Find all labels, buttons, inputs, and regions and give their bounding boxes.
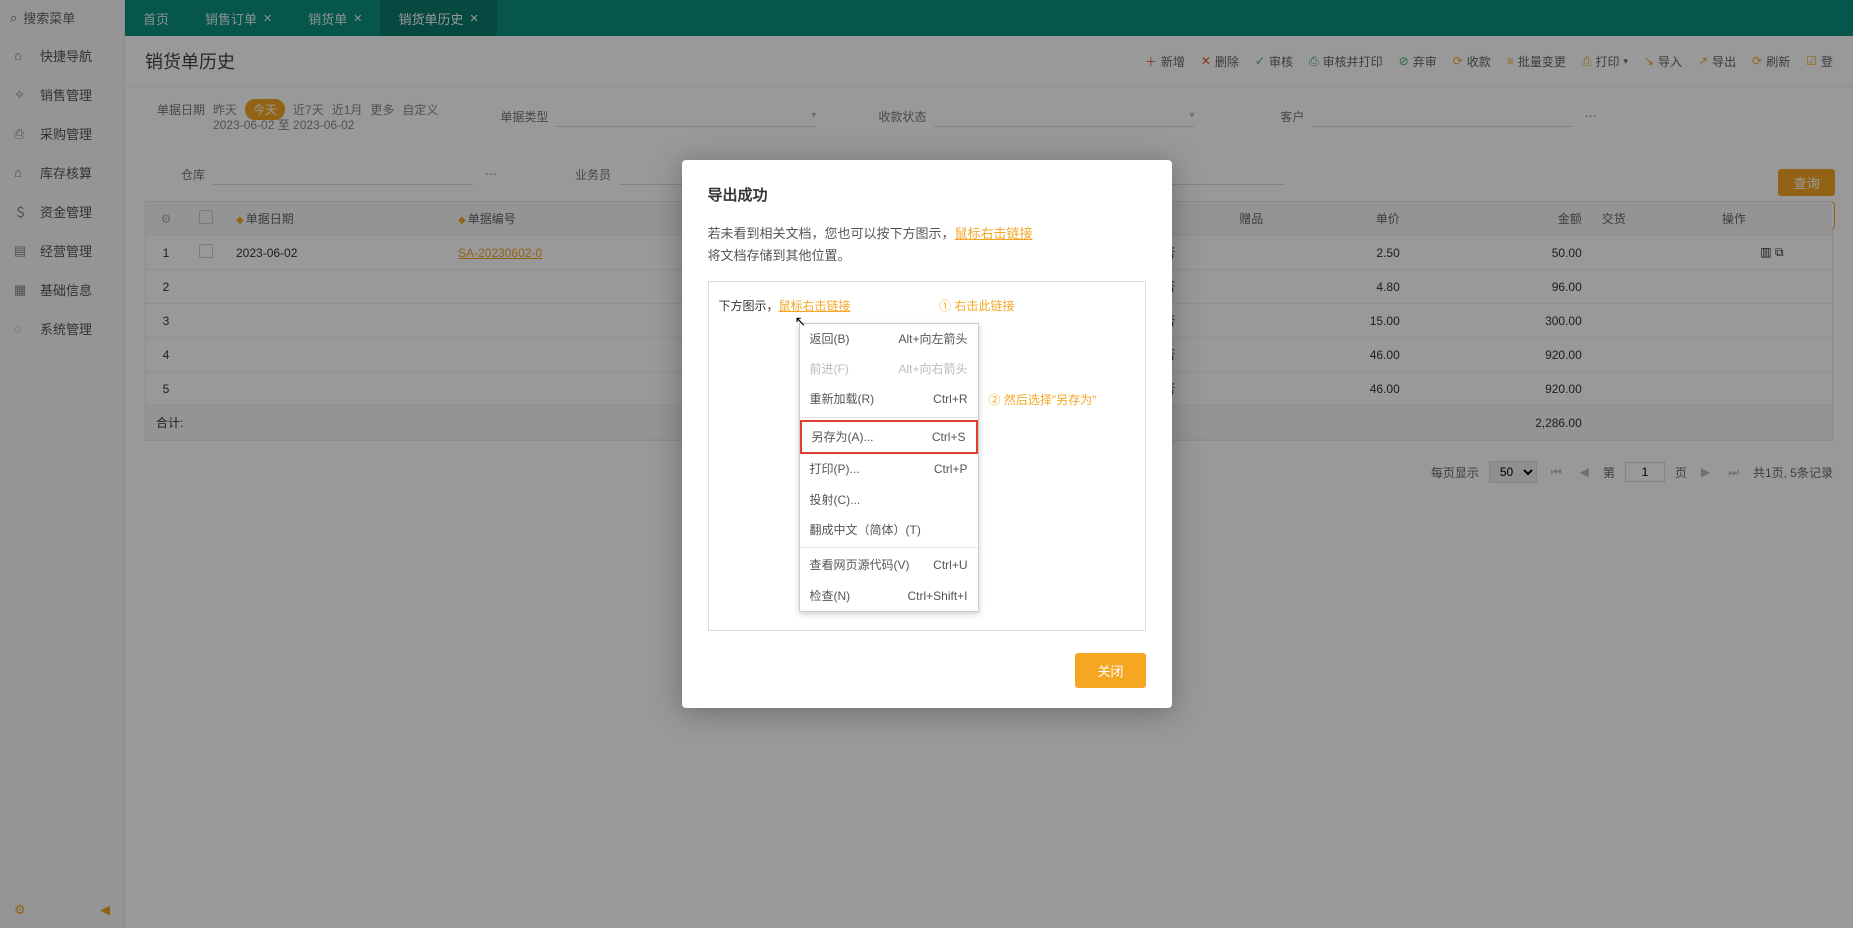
annotation-1: ① 右击此链接 <box>939 296 1014 316</box>
ctx-menu-item: 前进(F)Alt+向右箭头 <box>800 354 978 384</box>
instr-link: 鼠标右击链接 <box>779 299 851 313</box>
right-click-link[interactable]: 鼠标右击链接 <box>955 226 1033 241</box>
modal-text-2: 将文档存储到其他位置。 <box>708 248 851 263</box>
ctx-menu-item: 返回(B)Alt+向左箭头 <box>800 324 978 354</box>
cursor-icon: ↖ <box>795 310 807 334</box>
ctx-menu-item: 重新加载(R)Ctrl+R <box>800 384 978 414</box>
context-menu-illustration: 返回(B)Alt+向左箭头前进(F)Alt+向右箭头重新加载(R)Ctrl+R 另… <box>799 323 979 613</box>
instruction-diagram: 下方图示，鼠标右击链接 ↖ ① 右击此链接 返回(B)Alt+向左箭头前进(F)… <box>708 281 1146 631</box>
ctx-menu-item: 投射(C)... <box>800 485 978 515</box>
export-success-modal: 导出成功 若未看到相关文档，您也可以按下方图示，鼠标右击链接 将文档存储到其他位… <box>682 160 1172 708</box>
modal-text-1: 若未看到相关文档，您也可以按下方图示， <box>708 226 955 241</box>
instr-prefix: 下方图示， <box>719 299 779 313</box>
ctx-menu-item: 检查(N)Ctrl+Shift+I <box>800 581 978 611</box>
ctx-menu-item: 查看网页源代码(V)Ctrl+U <box>800 550 978 580</box>
modal-title: 导出成功 <box>708 184 1146 205</box>
ctx-menu-item: 打印(P)...Ctrl+P <box>800 454 978 484</box>
annotation-2: ② 然后选择"另存为" <box>989 390 1097 410</box>
ctx-menu-item: 另存为(A)...Ctrl+S <box>800 420 978 454</box>
close-button[interactable]: 关闭 <box>1075 653 1145 688</box>
ctx-menu-item: 翻成中文（简体）(T) <box>800 515 978 545</box>
modal-overlay: 导出成功 若未看到相关文档，您也可以按下方图示，鼠标右击链接 将文档存储到其他位… <box>0 0 1853 928</box>
